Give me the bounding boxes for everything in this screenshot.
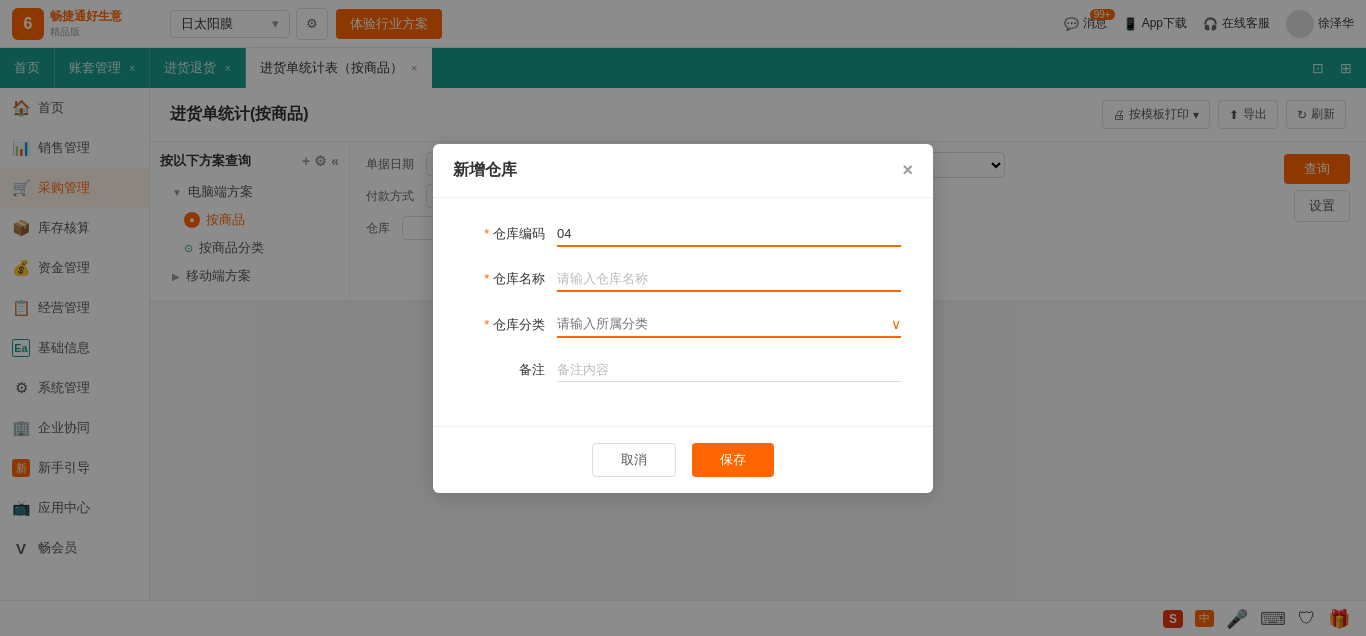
note-input[interactable] — [557, 358, 901, 382]
modal-overlay: 新增仓库 × 仓库编码 仓库名称 仓库分类 ∨ — [0, 0, 1366, 636]
save-button[interactable]: 保存 — [692, 443, 774, 477]
modal-title: 新增仓库 — [453, 160, 517, 181]
category-chevron-icon: ∨ — [891, 316, 901, 332]
new-warehouse-modal: 新增仓库 × 仓库编码 仓库名称 仓库分类 ∨ — [433, 144, 933, 493]
name-label: 仓库名称 — [465, 270, 545, 288]
cancel-button[interactable]: 取消 — [592, 443, 676, 477]
category-select-input[interactable] — [557, 316, 891, 331]
modal-close-button[interactable]: × — [902, 161, 913, 179]
code-label: 仓库编码 — [465, 225, 545, 243]
modal-header: 新增仓库 × — [433, 144, 933, 198]
category-select-container[interactable]: ∨ — [557, 312, 901, 338]
warehouse-name-input[interactable] — [557, 267, 901, 292]
warehouse-code-input[interactable] — [557, 222, 901, 247]
note-label: 备注 — [465, 361, 545, 379]
form-row-category: 仓库分类 ∨ — [465, 312, 901, 338]
modal-footer: 取消 保存 — [433, 426, 933, 493]
modal-body: 仓库编码 仓库名称 仓库分类 ∨ 备注 — [433, 198, 933, 426]
category-label: 仓库分类 — [465, 316, 545, 334]
form-row-code: 仓库编码 — [465, 222, 901, 247]
form-row-note: 备注 — [465, 358, 901, 382]
form-row-name: 仓库名称 — [465, 267, 901, 292]
